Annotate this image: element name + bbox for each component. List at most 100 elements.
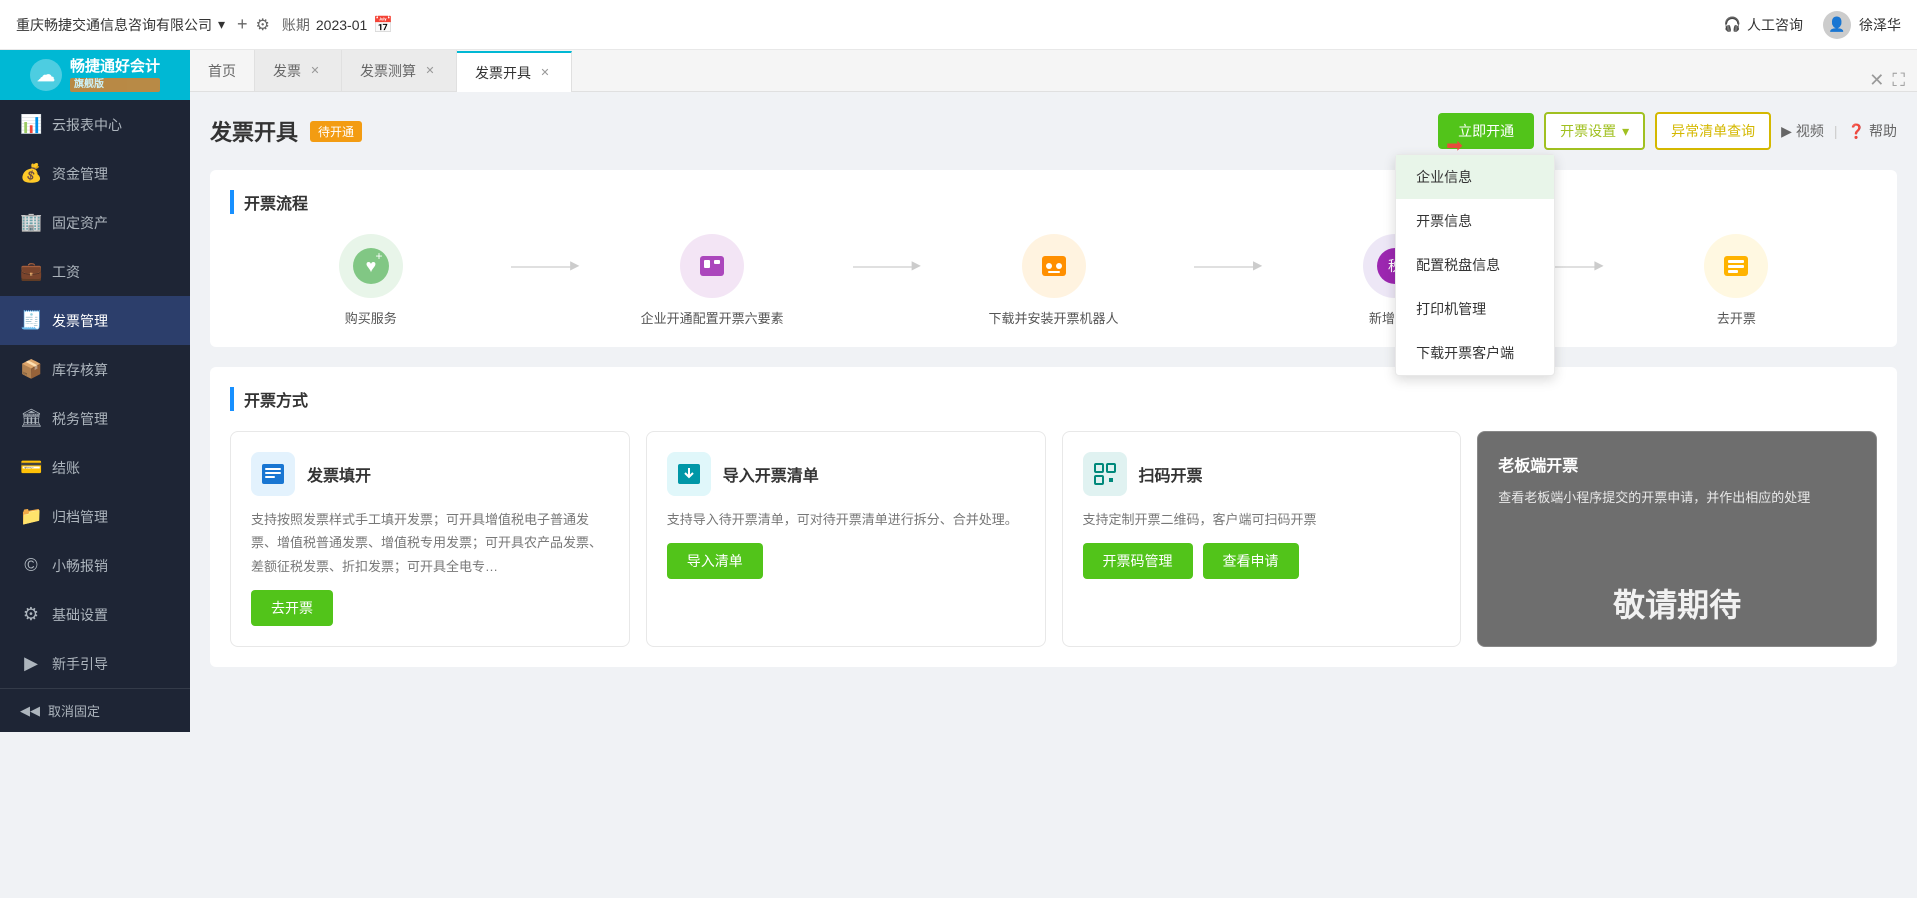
sidebar-item-report[interactable]: © 小畅报销 (0, 541, 190, 590)
billing-card-import-list: 导入开票清单 支持导入待开票清单，可对待开票清单进行拆分、合并处理。 导入清单 (646, 431, 1046, 647)
dropdown-item-company-info[interactable]: 企业信息 (1396, 155, 1554, 199)
help-button[interactable]: ❓ 帮助 (1848, 121, 1897, 141)
import-list-desc: 支持导入待开票清单，可对待开票清单进行拆分、合并处理。 (667, 508, 1025, 531)
config-enterprise-icon (680, 234, 744, 298)
topbar-actions: + ⚙ (237, 14, 270, 35)
dropdown-item-download-client[interactable]: 下载开票客户端 (1396, 331, 1554, 375)
settings-button-container: 开票设置 ▾ ➡ 企业信息 开票信息 (1544, 112, 1645, 150)
expand-window-button[interactable]: ⛶ (1892, 70, 1905, 91)
card-manual-fill-header: 发票填开 (251, 452, 609, 496)
tab-bar: 首页 发票 ✕ 发票测算 ✕ 发票开具 ✕ ✕ ⛶ (190, 50, 1917, 92)
boss-terminal-desc: 查看老板端小程序提交的开票申请，并作出相应的处理 (1498, 486, 1856, 509)
dropdown-item-printer[interactable]: 打印机管理 (1396, 287, 1554, 331)
collapse-icon: ◀◀ (20, 703, 40, 719)
video-icon: ▶ (1781, 123, 1792, 140)
tab-invoice-close[interactable]: ✕ (307, 63, 323, 79)
tab-home[interactable]: 首页 (190, 50, 255, 91)
sidebar-item-guide[interactable]: ▶ 新手引导 (0, 639, 190, 688)
report-icon: © (20, 555, 42, 576)
sidebar-item-cloud-report[interactable]: 📊 云报表中心 (0, 100, 190, 149)
scan-code-desc: 支持定制开票二维码，客户端可扫码开票 (1083, 508, 1441, 531)
add-tab-button[interactable]: + (237, 14, 248, 35)
status-badge: 待开通 (310, 121, 362, 142)
flow-step-buy-service: ♥+ 购买服务 (230, 234, 511, 327)
dropdown-item-tax-disk[interactable]: 配置税盘信息 (1396, 243, 1554, 287)
billing-card-manual-fill: 发票填开 支持按照发票样式手工填开发票；可开具增值税电子普通发票、增值税普通发票… (230, 431, 630, 647)
invoice-settings-button[interactable]: 开票设置 ▾ (1544, 112, 1645, 150)
scan-code-manage-button[interactable]: 开票码管理 (1083, 543, 1193, 579)
help-label: 帮助 (1869, 121, 1897, 141)
video-button[interactable]: ▶ 视频 (1781, 121, 1824, 141)
dropdown-item-invoice-info[interactable]: 开票信息 (1396, 199, 1554, 243)
sidebar-item-tax[interactable]: 🏛 税务管理 (0, 394, 190, 443)
sidebar-item-label: 新手引导 (52, 654, 108, 674)
card-scan-code-header: 扫码开票 (1083, 452, 1441, 496)
period-calendar-icon[interactable]: 📅 (373, 15, 393, 35)
download-robot-icon (1022, 234, 1086, 298)
account-period: 账期 2023-01 📅 (282, 15, 393, 35)
sidebar-item-label: 基础设置 (52, 605, 108, 625)
flow-step-download-robot: 下载并安装开票机器人 (913, 234, 1194, 327)
tab-invoice[interactable]: 发票 ✕ (255, 50, 342, 91)
avatar: 👤 (1823, 11, 1851, 39)
tab-invoice-label: 发票 (273, 61, 301, 81)
help-icon: ❓ (1848, 123, 1865, 140)
tab-invoice-open-close[interactable]: ✕ (537, 65, 553, 81)
video-label: 视频 (1796, 121, 1824, 141)
sidebar-item-label: 小畅报销 (52, 556, 108, 576)
sidebar-item-settings[interactable]: ⚙ 基础设置 (0, 590, 190, 639)
card-import-list-header: 导入开票清单 (667, 452, 1025, 496)
sidebar-item-inventory[interactable]: 📦 库存核算 (0, 345, 190, 394)
sidebar-item-fixed-assets[interactable]: 🏢 固定资产 (0, 198, 190, 247)
company-selector[interactable]: 重庆畅捷交通信息咨询有限公司 ▾ (16, 15, 225, 35)
archive-icon: 📁 (20, 506, 42, 527)
separator: | (1834, 123, 1838, 139)
scan-code-buttons: 开票码管理 查看申请 (1083, 543, 1441, 579)
consult-button[interactable]: 🎧 人工咨询 (1724, 15, 1803, 35)
flow-steps: ♥+ 购买服务 ▶ 企业开通配置 (230, 234, 1877, 327)
flow-step-go-invoice: 去开票 (1596, 234, 1877, 327)
import-list-button[interactable]: 导入清单 (667, 543, 763, 579)
content-area: 首页 发票 ✕ 发票测算 ✕ 发票开具 ✕ ✕ ⛶ (190, 50, 1917, 898)
manual-fill-button[interactable]: 去开票 (251, 590, 333, 626)
sidebar-item-archive[interactable]: 📁 归档管理 (0, 492, 190, 541)
billing-section: 开票方式 发票填开 支持按照发票样式手工填开发票；可开具增值税电子普通发票、增值… (210, 367, 1897, 667)
tab-invoice-open-label: 发票开具 (475, 63, 531, 83)
billing-card-scan-code: 扫码开票 支持定制开票二维码，客户端可扫码开票 开票码管理 查看申请 (1062, 431, 1462, 647)
sidebar-item-salary[interactable]: 💼 工资 (0, 247, 190, 296)
consult-label: 人工咨询 (1747, 15, 1803, 35)
sidebar-item-label: 工资 (52, 262, 80, 282)
sidebar-wrapper: ☁ 畅捷通好会计 旗舰版 📊 云报表中心 💰 资金管理 🏢 固定资产 💼 (0, 50, 190, 898)
guide-icon: ▶ (20, 653, 42, 674)
sidebar-item-label: 税务管理 (52, 409, 108, 429)
collapse-label: 取消固定 (48, 701, 100, 720)
sidebar-item-fund[interactable]: 💰 资金管理 (0, 149, 190, 198)
tab-invoice-calc-close[interactable]: ✕ (422, 63, 438, 79)
tab-invoice-calc[interactable]: 发票测算 ✕ (342, 50, 457, 91)
exception-list-button[interactable]: 异常清单查询 (1655, 112, 1771, 150)
sidebar-item-label: 结账 (52, 458, 80, 478)
scan-code-icon (1083, 452, 1127, 496)
sidebar-item-invoice[interactable]: 🧾 发票管理 (0, 296, 190, 345)
invoice-settings-label: 开票设置 (1560, 121, 1616, 141)
boss-terminal-header: 老板端开票 查看老板端小程序提交的开票申请，并作出相应的处理 (1498, 452, 1856, 509)
boss-terminal-overlay: 老板端开票 查看老板端小程序提交的开票申请，并作出相应的处理 敬请期待 (1478, 432, 1876, 646)
tab-invoice-open[interactable]: 发票开具 ✕ (457, 51, 572, 92)
flow-connector-1: ▶ (511, 266, 571, 296)
tab-invoice-calc-label: 发票测算 (360, 61, 416, 81)
user-name: 徐泽华 (1859, 15, 1901, 35)
sidebar-collapse-button[interactable]: ◀◀ 取消固定 (0, 688, 190, 732)
scan-code-view-button[interactable]: 查看申请 (1203, 543, 1299, 579)
settings-icon[interactable]: ⚙ (256, 15, 270, 35)
logo-icon: ☁ (30, 59, 62, 91)
sidebar-item-label: 归档管理 (52, 507, 108, 527)
billing-section-title: 开票方式 (230, 387, 1877, 411)
boss-terminal-overlay-text: 敬请期待 (1498, 580, 1856, 626)
settings-dropdown-menu: ➡ 企业信息 开票信息 配置税盘信息 打印机管理 (1395, 154, 1555, 376)
close-window-button[interactable]: ✕ (1869, 70, 1884, 91)
sidebar-item-checkout[interactable]: 💳 结账 (0, 443, 190, 492)
page-content: 发票开具 待开通 立即开通 开票设置 ▾ ➡ (190, 92, 1917, 898)
flow-section: 开票流程 ♥+ 购买服务 ▶ (210, 170, 1897, 347)
user-info[interactable]: 👤 徐泽华 (1823, 11, 1901, 39)
sidebar-item-label: 固定资产 (52, 213, 108, 233)
